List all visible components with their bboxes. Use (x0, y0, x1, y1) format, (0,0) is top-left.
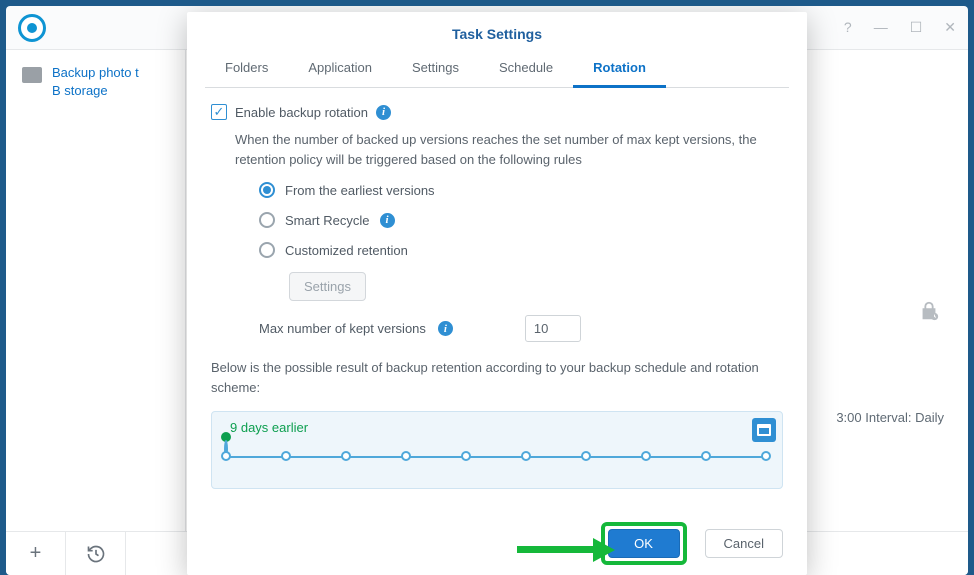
ok-button[interactable]: OK (608, 529, 680, 558)
help-icon[interactable]: ? (844, 19, 852, 36)
tab-schedule[interactable]: Schedule (479, 52, 573, 88)
timeline-dot (701, 451, 711, 461)
close-icon[interactable]: ✕ (944, 19, 956, 36)
timeline-dot (461, 451, 471, 461)
maximize-icon[interactable]: ☐ (910, 19, 923, 36)
radio-custom[interactable] (259, 242, 275, 258)
calendar-icon[interactable] (752, 418, 776, 442)
lock-icon (918, 300, 940, 328)
history-button[interactable] (66, 532, 126, 575)
timeline-dot (521, 451, 531, 461)
tab-bar: Folders Application Settings Schedule Ro… (187, 52, 807, 88)
cancel-button[interactable]: Cancel (705, 529, 783, 558)
task-settings-modal: Task Settings Folders Application Settin… (187, 12, 807, 575)
rotation-description: When the number of backed up versions re… (235, 130, 783, 170)
retention-timeline: 9 days earlier (211, 411, 783, 489)
modal-title: Task Settings (187, 12, 807, 52)
task-sidebar: Backup photo t B storage (6, 50, 186, 531)
info-icon[interactable]: i (438, 321, 453, 336)
task-icon (22, 67, 42, 83)
info-icon[interactable]: i (376, 105, 391, 120)
tab-settings[interactable]: Settings (392, 52, 479, 88)
task-label: Backup photo t B storage (52, 64, 139, 100)
highlight-arrow-icon (517, 541, 617, 555)
app-logo-icon (18, 14, 46, 42)
timeline-dot (281, 451, 291, 461)
radio-smart-label: Smart Recycle (285, 213, 370, 228)
max-versions-input[interactable] (525, 315, 581, 342)
timeline-dot (221, 451, 231, 461)
radio-earliest-label: From the earliest versions (285, 183, 435, 198)
radio-earliest[interactable] (259, 182, 275, 198)
timeline-dot (401, 451, 411, 461)
timeline-dot (581, 451, 591, 461)
radio-custom-label: Customized retention (285, 243, 408, 258)
minimize-icon[interactable]: — (874, 19, 888, 36)
max-versions-label: Max number of kept versions (259, 321, 426, 336)
add-task-button[interactable]: + (6, 532, 66, 575)
schedule-info-text: 3:00 Interval: Daily (836, 410, 944, 425)
info-icon[interactable]: i (380, 213, 395, 228)
sidebar-task-item[interactable]: Backup photo t B storage (18, 58, 173, 106)
retention-settings-button: Settings (289, 272, 366, 301)
timeline-first-label: 9 days earlier (230, 420, 308, 435)
timeline-dot (641, 451, 651, 461)
radio-smart[interactable] (259, 212, 275, 228)
timeline-dot (761, 451, 771, 461)
tab-rotation[interactable]: Rotation (573, 52, 666, 88)
enable-rotation-label: Enable backup rotation (235, 105, 368, 120)
preview-description: Below is the possible result of backup r… (211, 358, 783, 398)
tab-application[interactable]: Application (288, 52, 392, 88)
tab-folders[interactable]: Folders (205, 52, 288, 88)
enable-rotation-checkbox[interactable]: ✓ (211, 104, 227, 120)
timeline-dot (341, 451, 351, 461)
